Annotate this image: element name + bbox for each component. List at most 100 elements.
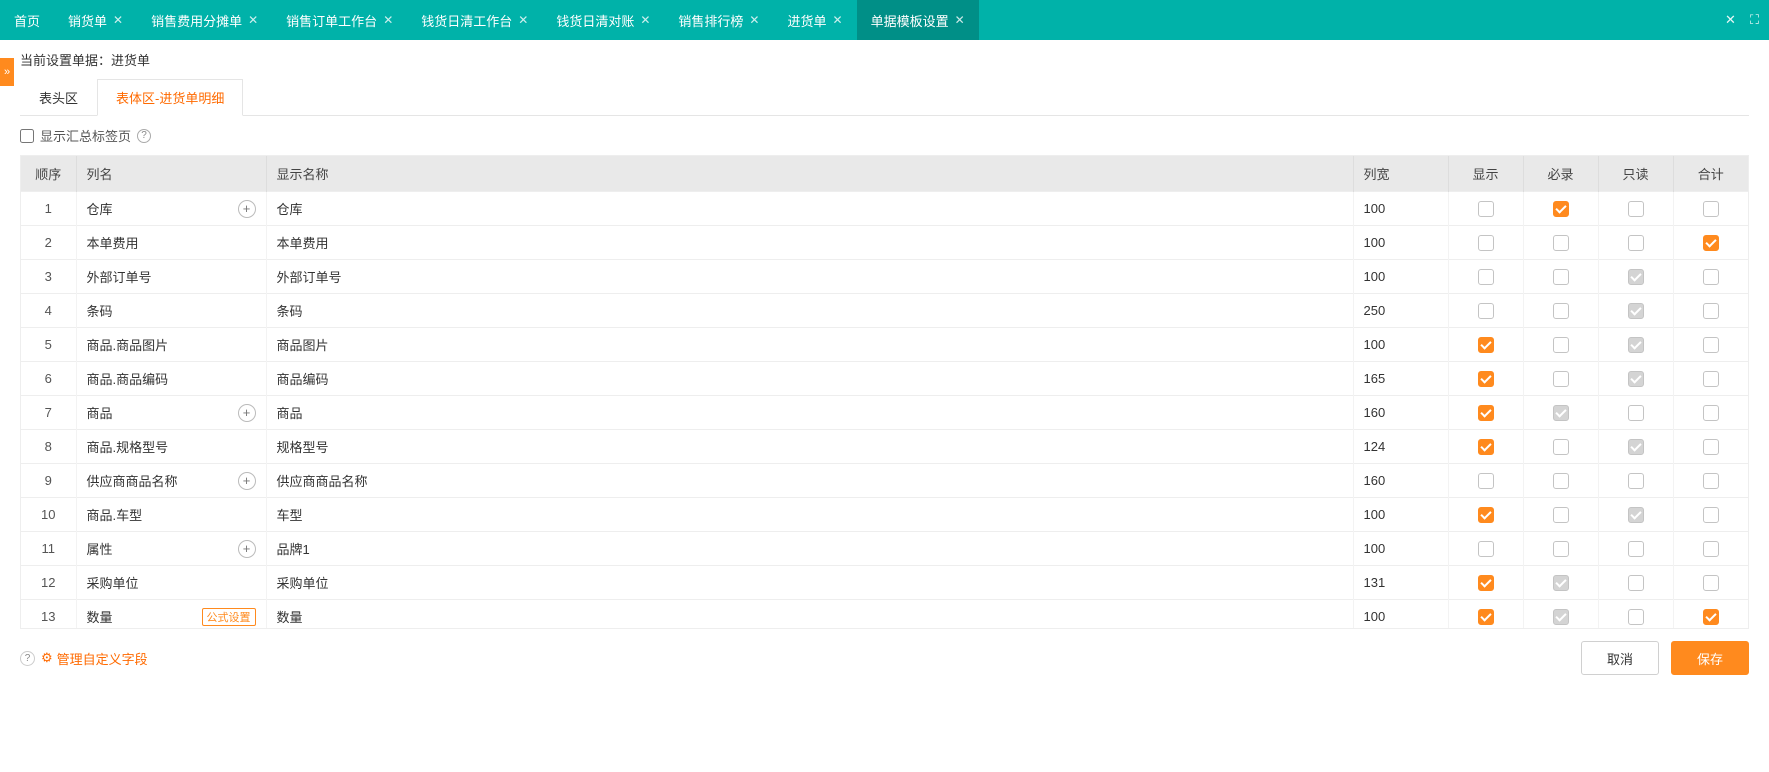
top-tab[interactable]: 钱货日清对账✕: [542, 0, 664, 40]
display-name-cell[interactable]: 商品编码: [266, 362, 1353, 396]
display-name-cell[interactable]: 商品: [266, 396, 1353, 430]
top-tab[interactable]: 单据模板设置✕: [857, 0, 979, 40]
width-cell[interactable]: 131: [1353, 566, 1448, 600]
readonly-checkbox[interactable]: [1628, 235, 1644, 251]
display-name-cell[interactable]: 条码: [266, 294, 1353, 328]
total-checkbox[interactable]: [1703, 507, 1719, 523]
add-child-icon[interactable]: +: [238, 540, 256, 558]
inner-tab[interactable]: 表头区: [20, 79, 97, 115]
display-name-cell[interactable]: 数量: [266, 600, 1353, 629]
sidebar-expand-handle[interactable]: »: [0, 58, 14, 86]
formula-settings-tag[interactable]: 公式设置: [202, 608, 256, 626]
display-name-cell[interactable]: 车型: [266, 498, 1353, 532]
total-checkbox[interactable]: [1703, 541, 1719, 557]
total-checkbox[interactable]: [1703, 337, 1719, 353]
display-name-cell[interactable]: 本单费用: [266, 226, 1353, 260]
display-name-cell[interactable]: 仓库: [266, 192, 1353, 226]
width-cell[interactable]: 250: [1353, 294, 1448, 328]
close-icon[interactable]: ✕: [518, 13, 528, 27]
show-checkbox[interactable]: [1478, 405, 1494, 421]
total-checkbox[interactable]: [1703, 201, 1719, 217]
width-cell[interactable]: 100: [1353, 192, 1448, 226]
fields-table-scroll[interactable]: 顺序 列名 显示名称 列宽 显示 必录 只读 合计 1仓库+仓库1002本单费用…: [21, 156, 1748, 628]
readonly-checkbox[interactable]: [1628, 575, 1644, 591]
close-icon[interactable]: ✕: [383, 13, 393, 27]
add-child-icon[interactable]: +: [238, 404, 256, 422]
close-all-icon[interactable]: ✕: [1725, 12, 1736, 28]
footer-help-icon[interactable]: ?: [20, 651, 35, 666]
display-name-cell[interactable]: 品牌1: [266, 532, 1353, 566]
width-cell[interactable]: 100: [1353, 600, 1448, 629]
show-checkbox[interactable]: [1478, 575, 1494, 591]
readonly-checkbox[interactable]: [1628, 405, 1644, 421]
width-cell[interactable]: 160: [1353, 396, 1448, 430]
readonly-checkbox[interactable]: [1628, 201, 1644, 217]
close-icon[interactable]: ✕: [248, 13, 258, 27]
required-checkbox[interactable]: [1553, 201, 1569, 217]
show-checkbox[interactable]: [1478, 541, 1494, 557]
width-cell[interactable]: 100: [1353, 498, 1448, 532]
add-child-icon[interactable]: +: [238, 472, 256, 490]
manage-custom-fields-link[interactable]: ⚙ 管理自定义字段: [41, 649, 148, 668]
required-checkbox[interactable]: [1553, 541, 1569, 557]
required-checkbox[interactable]: [1553, 507, 1569, 523]
show-checkbox[interactable]: [1478, 507, 1494, 523]
required-checkbox[interactable]: [1553, 269, 1569, 285]
top-tab[interactable]: 进货单✕: [773, 0, 856, 40]
width-cell[interactable]: 165: [1353, 362, 1448, 396]
show-checkbox[interactable]: [1478, 609, 1494, 625]
fullscreen-icon[interactable]: ⛶: [1750, 12, 1759, 28]
readonly-checkbox[interactable]: [1628, 541, 1644, 557]
close-icon[interactable]: ✕: [749, 13, 759, 27]
total-checkbox[interactable]: [1703, 371, 1719, 387]
close-icon[interactable]: ✕: [113, 13, 123, 27]
show-checkbox[interactable]: [1478, 439, 1494, 455]
total-checkbox[interactable]: [1703, 575, 1719, 591]
display-name-cell[interactable]: 商品图片: [266, 328, 1353, 362]
required-checkbox[interactable]: [1553, 303, 1569, 319]
display-name-cell[interactable]: 规格型号: [266, 430, 1353, 464]
readonly-checkbox[interactable]: [1628, 609, 1644, 625]
required-checkbox[interactable]: [1553, 371, 1569, 387]
display-name-cell[interactable]: 外部订单号: [266, 260, 1353, 294]
width-cell[interactable]: 100: [1353, 226, 1448, 260]
required-checkbox[interactable]: [1553, 439, 1569, 455]
width-cell[interactable]: 100: [1353, 532, 1448, 566]
total-checkbox[interactable]: [1703, 235, 1719, 251]
width-cell[interactable]: 100: [1353, 328, 1448, 362]
total-checkbox[interactable]: [1703, 303, 1719, 319]
top-tab[interactable]: 销售费用分摊单✕: [137, 0, 272, 40]
required-checkbox[interactable]: [1553, 337, 1569, 353]
show-checkbox[interactable]: [1478, 371, 1494, 387]
add-child-icon[interactable]: +: [238, 200, 256, 218]
total-checkbox[interactable]: [1703, 609, 1719, 625]
inner-tab[interactable]: 表体区-进货单明细: [97, 79, 243, 116]
display-name-cell[interactable]: 供应商商品名称: [266, 464, 1353, 498]
show-checkbox[interactable]: [1478, 303, 1494, 319]
total-checkbox[interactable]: [1703, 439, 1719, 455]
top-tab[interactable]: 首页: [0, 0, 54, 40]
close-icon[interactable]: ✕: [833, 13, 843, 27]
total-checkbox[interactable]: [1703, 269, 1719, 285]
show-checkbox[interactable]: [1478, 269, 1494, 285]
show-checkbox[interactable]: [1478, 337, 1494, 353]
required-checkbox[interactable]: [1553, 473, 1569, 489]
width-cell[interactable]: 100: [1353, 260, 1448, 294]
top-tab[interactable]: 销售订单工作台✕: [272, 0, 407, 40]
close-icon[interactable]: ✕: [640, 13, 650, 27]
close-icon[interactable]: ✕: [955, 13, 965, 27]
readonly-checkbox[interactable]: [1628, 473, 1644, 489]
top-tab[interactable]: 销货单✕: [54, 0, 137, 40]
show-checkbox[interactable]: [1478, 201, 1494, 217]
total-checkbox[interactable]: [1703, 473, 1719, 489]
save-button[interactable]: 保存: [1671, 641, 1749, 675]
display-name-cell[interactable]: 采购单位: [266, 566, 1353, 600]
top-tab[interactable]: 销售排行榜✕: [664, 0, 773, 40]
top-tab[interactable]: 钱货日清工作台✕: [407, 0, 542, 40]
required-checkbox[interactable]: [1553, 235, 1569, 251]
width-cell[interactable]: 160: [1353, 464, 1448, 498]
show-summary-tab-checkbox[interactable]: [20, 129, 34, 143]
total-checkbox[interactable]: [1703, 405, 1719, 421]
help-icon[interactable]: ?: [137, 129, 151, 143]
show-checkbox[interactable]: [1478, 235, 1494, 251]
